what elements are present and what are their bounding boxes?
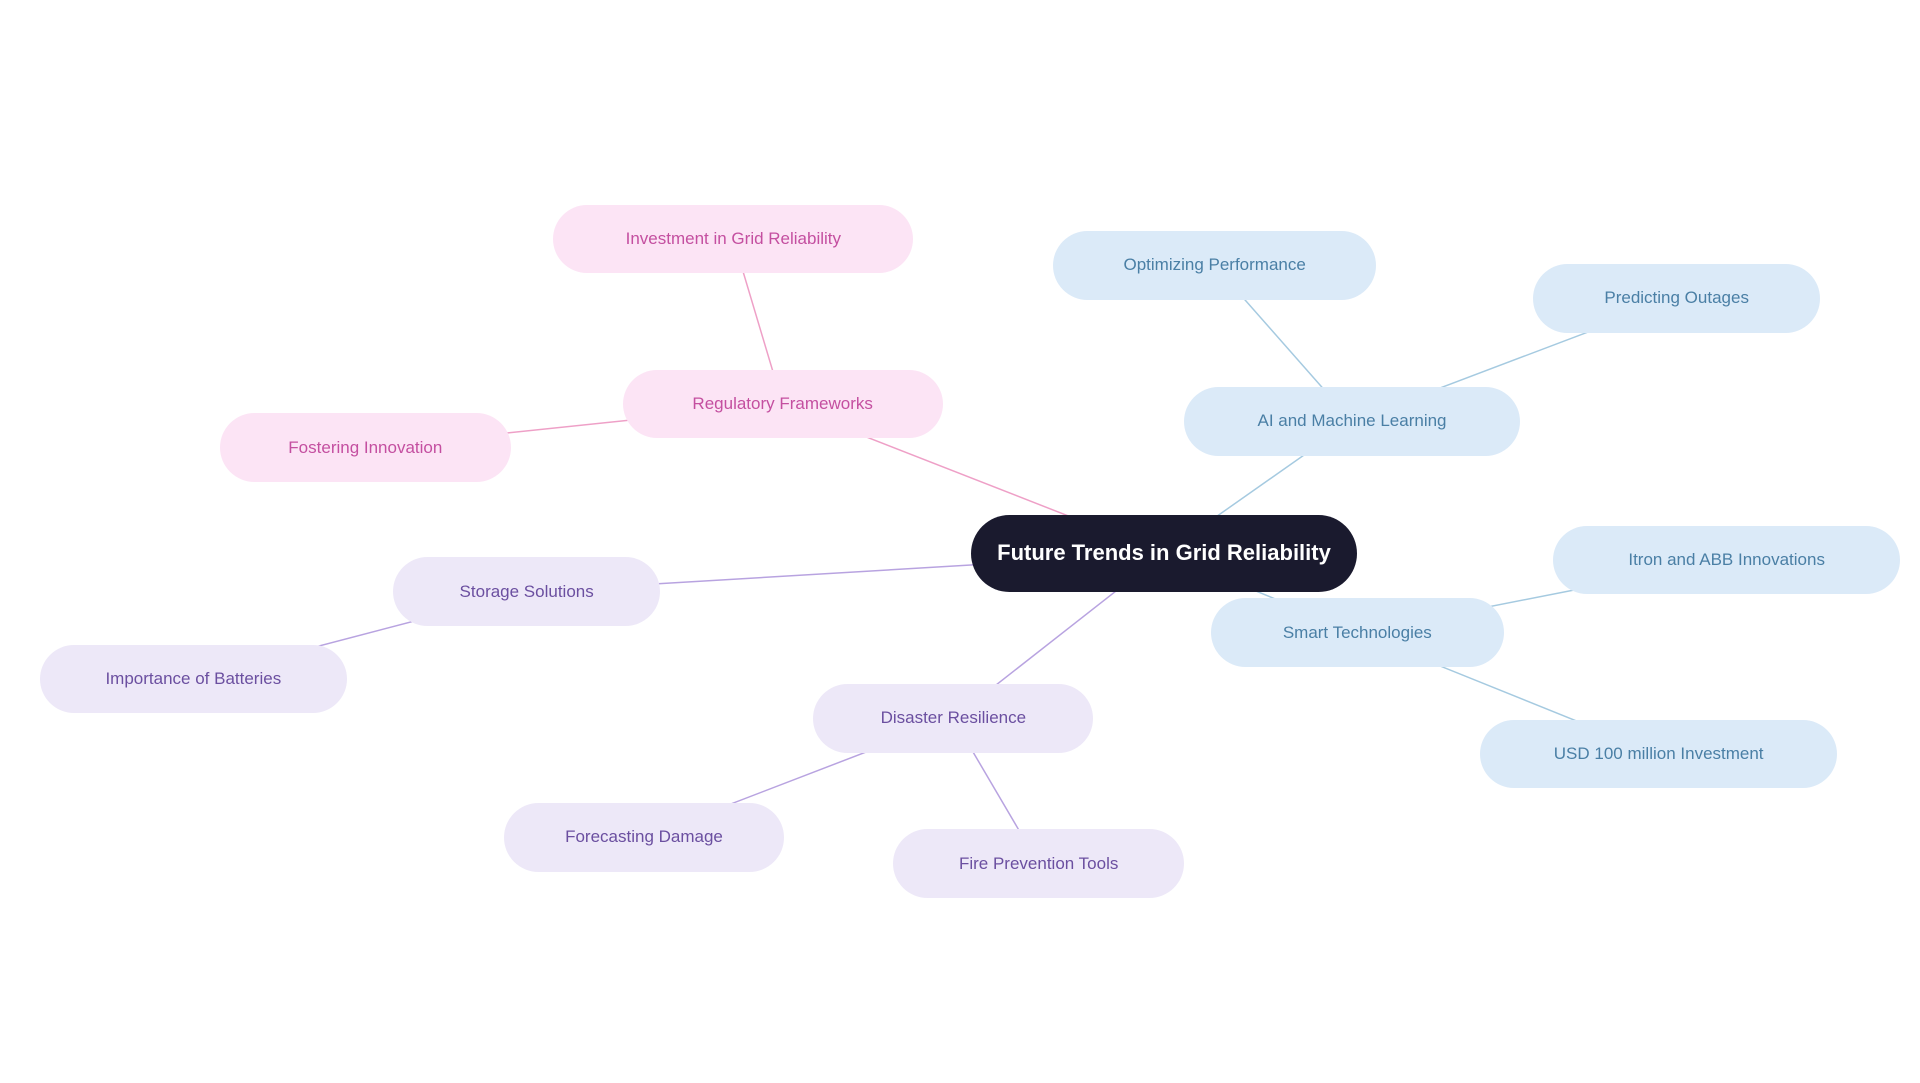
node-optimizing[interactable]: Optimizing Performance xyxy=(1053,231,1376,300)
mindmap-container: Future Trends in Grid Reliability Regulat… xyxy=(0,0,1920,1083)
node-center[interactable]: Future Trends in Grid Reliability xyxy=(971,515,1358,592)
node-fireprevention[interactable]: Fire Prevention Tools xyxy=(893,829,1184,898)
node-investment[interactable]: Investment in Grid Reliability xyxy=(553,205,913,274)
node-fostering[interactable]: Fostering Innovation xyxy=(220,413,511,482)
node-itron[interactable]: Itron and ABB Innovations xyxy=(1553,526,1900,595)
node-predicting[interactable]: Predicting Outages xyxy=(1533,264,1820,333)
node-disaster[interactable]: Disaster Resilience xyxy=(813,684,1093,753)
node-smart[interactable]: Smart Technologies xyxy=(1211,598,1504,667)
node-forecasting[interactable]: Forecasting Damage xyxy=(504,803,784,872)
node-usd[interactable]: USD 100 million Investment xyxy=(1480,720,1837,789)
node-storage[interactable]: Storage Solutions xyxy=(393,557,660,626)
node-regulatory[interactable]: Regulatory Frameworks xyxy=(623,370,943,439)
node-importance[interactable]: Importance of Batteries xyxy=(40,645,347,714)
node-ai[interactable]: AI and Machine Learning xyxy=(1184,387,1520,456)
